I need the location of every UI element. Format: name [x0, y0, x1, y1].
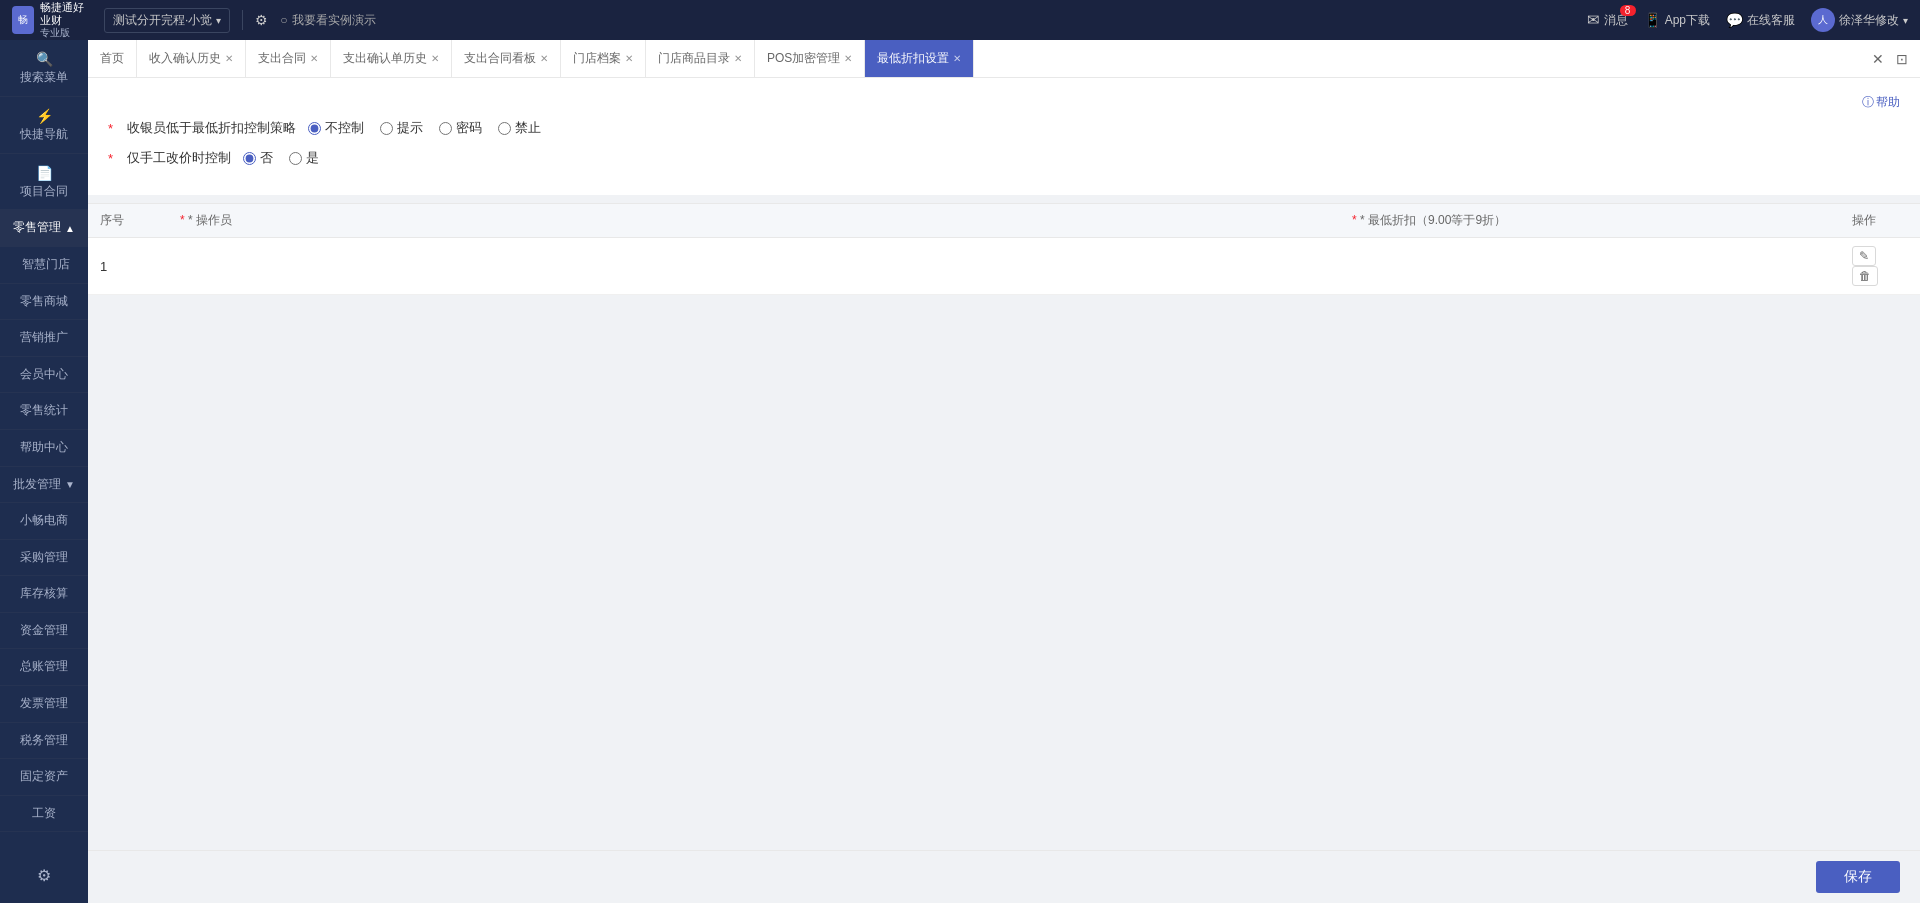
- cell-action: ✎ 🗑: [1840, 238, 1920, 295]
- tabs-right-buttons: ✕ ⊡: [1860, 47, 1920, 71]
- tab-close-icon[interactable]: ✕: [540, 53, 548, 64]
- contract-icon: 📄: [36, 164, 53, 182]
- tab-close-icon[interactable]: ✕: [844, 53, 852, 64]
- tab-pos-encrypt[interactable]: POS加密管理 ✕: [755, 40, 865, 78]
- close-tab-button[interactable]: ✕: [1868, 47, 1888, 71]
- project-selector[interactable]: 测试分开完程·小觉 ▾: [104, 8, 230, 33]
- sidebar-item-retail-stats[interactable]: 零售统计: [0, 393, 88, 430]
- sidebar-item-marketing[interactable]: 营销推广: [0, 320, 88, 357]
- sidebar-item-invoice[interactable]: 发票管理: [0, 686, 88, 723]
- discount-control-radio-group: 不控制 提示 密码 禁止: [308, 119, 541, 137]
- sidebar-item-ecommerce[interactable]: 小畅电商: [0, 503, 88, 540]
- save-button[interactable]: 保存: [1816, 861, 1900, 893]
- edit-row-button[interactable]: ✎: [1852, 246, 1876, 266]
- col-header-discount: * * 最低折扣（9.00等于9折）: [1340, 204, 1840, 238]
- col-header-action: 操作: [1840, 204, 1920, 238]
- col-header-seq: 序号: [88, 204, 168, 238]
- sidebar: 🔍 搜索菜单 ⚡ 快捷导航 📄 项目合同 零售管理 ▲ 智慧门店 零售商城 营销…: [0, 40, 88, 903]
- sidebar-item-ledger[interactable]: 总账管理: [0, 649, 88, 686]
- chevron-down-icon: ▾: [216, 15, 221, 26]
- sidebar-item-smart-store[interactable]: 智慧门店: [0, 247, 88, 284]
- tab-expense-confirm-history[interactable]: 支出确认单历史 ✕: [331, 40, 452, 78]
- tab-close-icon[interactable]: ✕: [431, 53, 439, 64]
- table-header-row: 序号 * * 操作员 * * 最低折扣（9.00等于9折）: [88, 204, 1920, 238]
- settings-icon[interactable]: ⚙: [255, 12, 268, 28]
- radio-yes[interactable]: 是: [289, 149, 319, 167]
- tab-close-icon[interactable]: ✕: [734, 53, 742, 64]
- sidebar-item-inventory[interactable]: 库存核算: [0, 576, 88, 613]
- sidebar-bottom: ⚙: [0, 848, 88, 903]
- tab-expense-board[interactable]: 支出合同看板 ✕: [452, 40, 561, 78]
- sidebar-item-retail-mall[interactable]: 零售商城: [0, 284, 88, 321]
- cell-seq: 1: [88, 238, 168, 295]
- sidebar-item-finance[interactable]: 资金管理: [0, 613, 88, 650]
- sidebar-item-wholesale[interactable]: 批发管理 ▼: [0, 467, 88, 504]
- demo-link[interactable]: ○ 我要看实例演示: [280, 12, 375, 29]
- sidebar-item-retail-management[interactable]: 零售管理 ▲: [0, 210, 88, 247]
- radio-forbid[interactable]: 禁止: [498, 119, 541, 137]
- main-layout: 🔍 搜索菜单 ⚡ 快捷导航 📄 项目合同 零售管理 ▲ 智慧门店 零售商城 营销…: [0, 40, 1920, 903]
- sidebar-item-help[interactable]: 帮助中心: [0, 430, 88, 467]
- tab-store-catalog[interactable]: 门店商品目录 ✕: [646, 40, 755, 78]
- tab-close-icon[interactable]: ✕: [625, 53, 633, 64]
- tab-home[interactable]: 首页: [88, 40, 137, 78]
- required-star: *: [108, 121, 113, 136]
- avatar: 人: [1811, 8, 1835, 32]
- cell-discount[interactable]: [1340, 238, 1840, 295]
- radio-password[interactable]: 密码: [439, 119, 482, 137]
- radio-no-control[interactable]: 不控制: [308, 119, 364, 137]
- delete-row-button[interactable]: 🗑: [1852, 266, 1878, 286]
- sidebar-item-tax[interactable]: 税务管理: [0, 723, 88, 760]
- settings-icon[interactable]: ⚙: [29, 858, 59, 893]
- topbar-actions: ✉ 消息 8 📱 App下载 💬 在线客服 人 徐泽华修改 ▾: [1587, 8, 1908, 32]
- help-icon: ⓘ: [1862, 94, 1874, 111]
- quicknav-icon: ⚡: [36, 107, 53, 125]
- tab-income-history[interactable]: 收入确认历史 ✕: [137, 40, 246, 78]
- topbar: 畅 畅捷通好业财 专业版 测试分开完程·小觉 ▾ ⚙ ○ 我要看实例演示 ✉ 消…: [0, 0, 1920, 40]
- sidebar-item-quicknav[interactable]: ⚡ 快捷导航: [0, 97, 88, 154]
- logo-icon: 畅: [12, 6, 34, 34]
- page-footer: 保存: [88, 850, 1920, 903]
- discount-table: 序号 * * 操作员 * * 最低折扣（9.00等于9折）: [88, 203, 1920, 295]
- tab-expense-contract[interactable]: 支出合同 ✕: [246, 40, 331, 78]
- message-badge: 8: [1620, 5, 1636, 16]
- arrow-up-icon: ▲: [65, 222, 75, 235]
- radio-hint[interactable]: 提示: [380, 119, 423, 137]
- tab-close-icon[interactable]: ✕: [225, 53, 233, 64]
- sidebar-item-project-contract[interactable]: 📄 项目合同: [0, 154, 88, 211]
- manual-price-control-radio-group: 否 是: [243, 149, 319, 167]
- chevron-down-icon: ▾: [1903, 15, 1908, 26]
- app-download-button[interactable]: 📱 App下载: [1644, 12, 1710, 29]
- form-section: ⓘ 帮助 * 收银员低于最低折扣控制策略 不控制: [88, 78, 1920, 195]
- sidebar-item-search[interactable]: 🔍 搜索菜单: [0, 40, 88, 97]
- sidebar-item-purchase[interactable]: 采购管理: [0, 540, 88, 577]
- content-area: 首页 收入确认历史 ✕ 支出合同 ✕ 支出确认单历史 ✕ 支出合同看板 ✕ 门店…: [88, 40, 1920, 903]
- user-menu[interactable]: 人 徐泽华修改 ▾: [1811, 8, 1908, 32]
- search-icon: 🔍: [36, 50, 53, 68]
- sidebar-item-member[interactable]: 会员中心: [0, 357, 88, 394]
- discount-table-section: 序号 * * 操作员 * * 最低折扣（9.00等于9折）: [88, 203, 1920, 295]
- field-manual-price-control: * 仅手工改价时控制 否 是: [108, 149, 1900, 167]
- arrow-down-icon: ▼: [65, 478, 75, 491]
- radio-no[interactable]: 否: [243, 149, 273, 167]
- tab-close-icon[interactable]: ✕: [310, 53, 318, 64]
- cell-operator[interactable]: [168, 238, 1340, 295]
- table-row: 1 ✎ 🗑: [88, 238, 1920, 295]
- help-link[interactable]: ⓘ 帮助: [1862, 94, 1900, 111]
- page-content: ⓘ 帮助 * 收银员低于最低折扣控制策略 不控制: [88, 78, 1920, 850]
- online-service-button[interactable]: 💬 在线客服: [1726, 12, 1795, 29]
- expand-tab-button[interactable]: ⊡: [1892, 47, 1912, 71]
- message-button[interactable]: ✉ 消息 8: [1587, 11, 1628, 29]
- required-star: *: [108, 151, 113, 166]
- app-logo: 畅 畅捷通好业财 专业版: [12, 1, 92, 39]
- sidebar-item-fixed-assets[interactable]: 固定资产: [0, 759, 88, 796]
- tab-store-file[interactable]: 门店档案 ✕: [561, 40, 646, 78]
- tab-close-icon[interactable]: ✕: [953, 53, 961, 64]
- sidebar-item-salary[interactable]: 工资: [0, 796, 88, 833]
- col-header-operator: * * 操作员: [168, 204, 1340, 238]
- field-discount-control: * 收银员低于最低折扣控制策略 不控制 提示 密码: [108, 119, 1900, 137]
- tabs-bar: 首页 收入确认历史 ✕ 支出合同 ✕ 支出确认单历史 ✕ 支出合同看板 ✕ 门店…: [88, 40, 1920, 78]
- tab-min-discount[interactable]: 最低折扣设置 ✕: [865, 40, 974, 78]
